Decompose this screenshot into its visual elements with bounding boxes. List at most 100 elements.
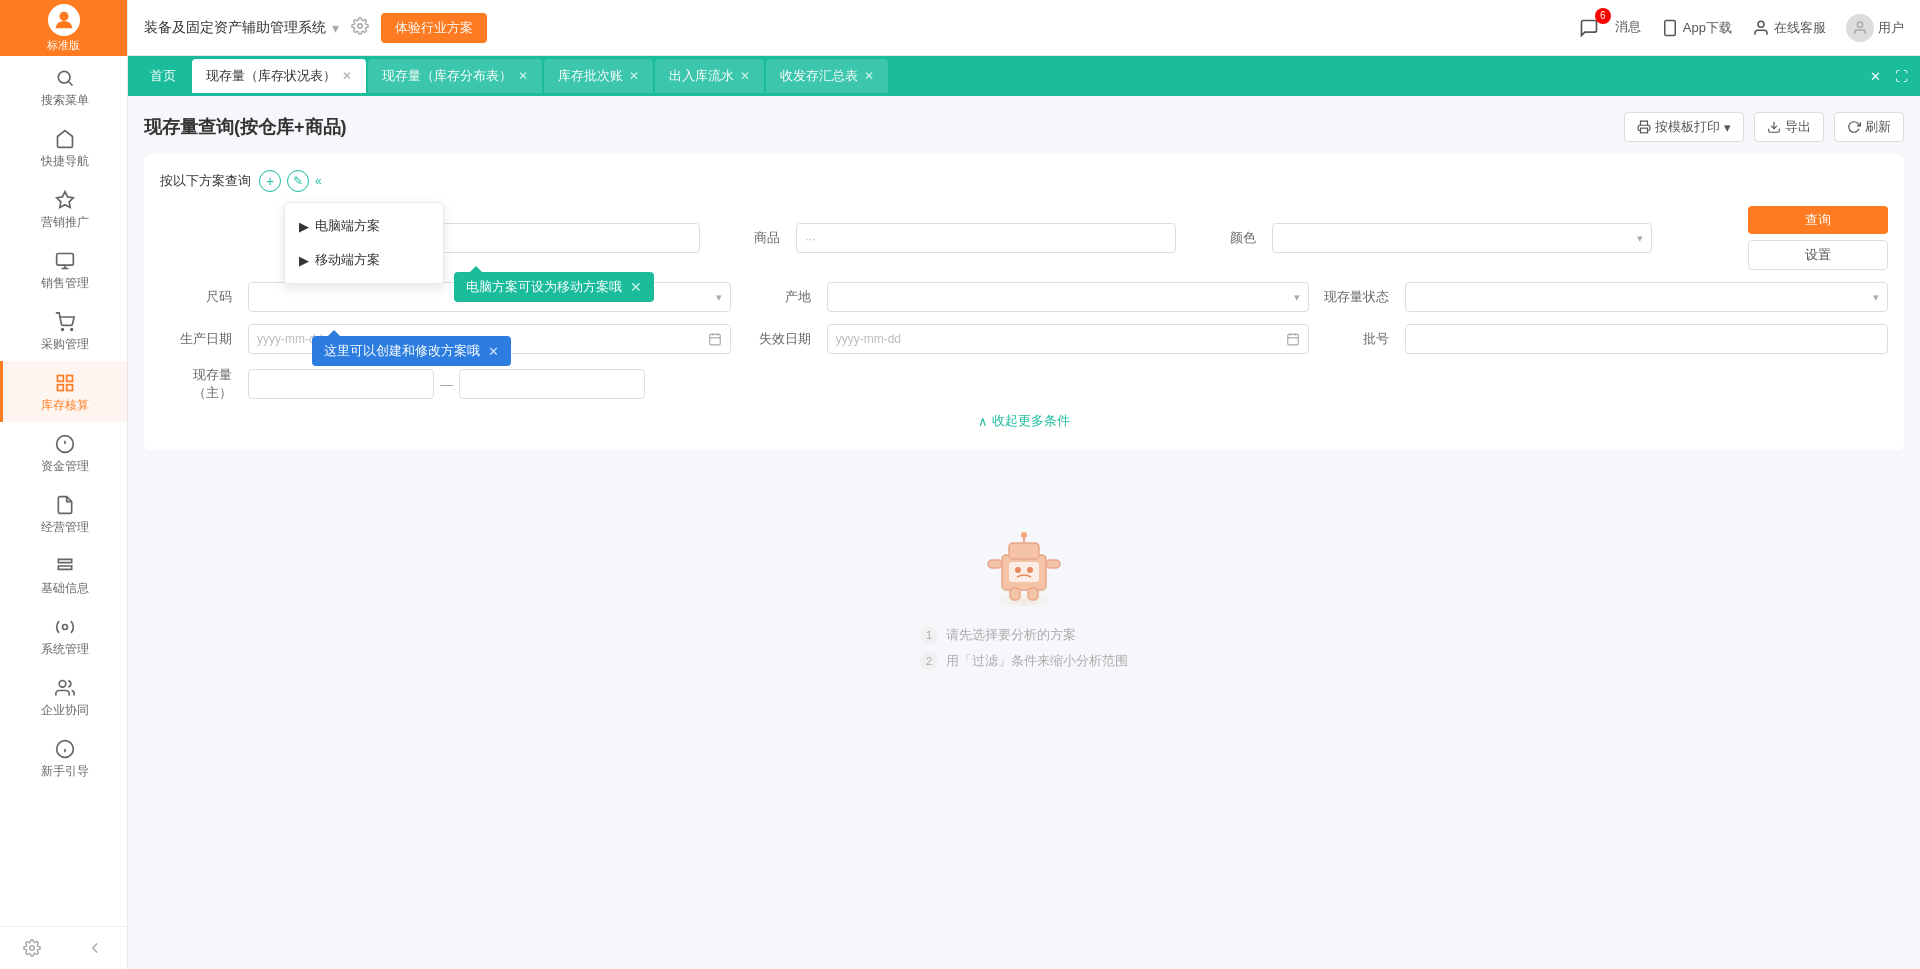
notification-badge: 6: [1595, 8, 1611, 24]
sidebar-item-operations[interactable]: 经营管理: [0, 483, 127, 544]
sidebar-item-label: 采购管理: [41, 336, 89, 353]
batch-no-input[interactable]: [1405, 324, 1888, 354]
sidebar-item-system[interactable]: 系统管理: [0, 605, 127, 666]
settings-btn[interactable]: [23, 939, 41, 957]
print-btn[interactable]: 按模板打印 ▾: [1624, 112, 1744, 142]
tab-inout-flow[interactable]: 出入库流水 ✕: [655, 59, 764, 93]
expiry-date-input[interactable]: yyyy-mm-dd: [827, 324, 1310, 354]
hint-num-1: 1: [920, 626, 938, 644]
tab-inventory-status[interactable]: 现存量（库存状况表） ✕: [192, 59, 366, 93]
tab-home[interactable]: 首页: [136, 59, 190, 93]
reset-btn[interactable]: 设置: [1748, 240, 1888, 270]
sidebar-item-basic[interactable]: 基础信息: [0, 544, 127, 605]
svg-point-41: [1021, 532, 1027, 538]
back-scheme-btn[interactable]: «: [315, 174, 322, 188]
search-buttons: 查询 设置: [1748, 206, 1888, 270]
pc-tooltip: 电脑方案可设为移动方案哦 ✕: [454, 272, 654, 302]
expiry-date-label: 失效日期: [739, 330, 819, 348]
user-avatar: [1846, 14, 1874, 42]
stock-main-from[interactable]: [248, 369, 434, 399]
hint-2: 2 用「过滤」条件来缩小分析范围: [920, 652, 1128, 670]
add-scheme-btn[interactable]: +: [259, 170, 281, 192]
page-title: 现存量查询(按仓库+商品): [144, 115, 347, 139]
messages-btn[interactable]: 6 消息: [1579, 18, 1641, 38]
stock-status-select[interactable]: ▾: [1405, 282, 1888, 312]
stock-main-to[interactable]: [459, 369, 645, 399]
sidebar-item-finance[interactable]: 资金管理: [0, 422, 127, 483]
industry-btn[interactable]: 体验行业方案: [381, 13, 487, 43]
sidebar-item-marketing[interactable]: 营销推广: [0, 178, 127, 239]
tab-receive-summary[interactable]: 收发存汇总表 ✕: [766, 59, 888, 93]
tab-close-receive-summary[interactable]: ✕: [864, 69, 874, 83]
header-right: 6 消息 App下载 在线客服 用户: [1579, 14, 1904, 42]
svg-point-16: [59, 681, 66, 688]
svg-rect-8: [58, 376, 64, 382]
sidebar-item-label: 基础信息: [41, 580, 89, 597]
color-select[interactable]: ▾: [1272, 223, 1652, 253]
online-support-btn[interactable]: 在线客服: [1752, 19, 1826, 37]
header-settings-icon[interactable]: [351, 17, 369, 38]
sidebar-item-inventory[interactable]: 库存核算: [0, 361, 127, 422]
page-actions: 按模板打印 ▾ 导出 刷新: [1624, 112, 1904, 142]
svg-point-15: [63, 625, 68, 630]
top-header: 装备及固定资产辅助管理系统 ▾ 体验行业方案 6 消息 App下载 在线客服: [128, 0, 1920, 56]
collapse-btn[interactable]: [86, 939, 104, 957]
sidebar-item-sales[interactable]: 销售管理: [0, 239, 127, 300]
system-dropdown-icon[interactable]: ▾: [332, 20, 339, 36]
filter-header: 按以下方案查询 + ✎ «: [160, 170, 1888, 192]
svg-point-7: [71, 329, 73, 331]
edit-tooltip-close[interactable]: ✕: [488, 344, 499, 359]
content: 现存量查询(按仓库+商品) 按模板打印 ▾ 导出 刷新: [128, 96, 1920, 969]
tab-close-inout-flow[interactable]: ✕: [740, 69, 750, 83]
sidebar-logo: 标准版: [0, 0, 127, 56]
tab-fullscreen-icon[interactable]: ⛶: [1891, 65, 1912, 88]
sidebar-item-label: 搜索菜单: [41, 92, 89, 109]
filter-panel: 按以下方案查询 + ✎ « ▶ 电脑端方案 ▶ 移动端方案: [144, 154, 1904, 450]
empty-state: 1 请先选择要分析的方案 2 用「过滤」条件来缩小分析范围: [144, 450, 1904, 730]
svg-rect-30: [1288, 334, 1299, 345]
svg-rect-10: [58, 385, 64, 391]
sidebar-item-label: 资金管理: [41, 458, 89, 475]
svg-rect-44: [1010, 588, 1020, 600]
edit-scheme-btn[interactable]: ✎: [287, 170, 309, 192]
tab-inventory-distribution[interactable]: 现存量（库存分布表） ✕: [368, 59, 542, 93]
sidebar-item-quick-nav[interactable]: 快捷导航: [0, 117, 127, 178]
size-label: 尺码: [160, 288, 240, 306]
search-btn[interactable]: 查询: [1748, 206, 1888, 234]
sidebar-item-purchase[interactable]: 采购管理: [0, 300, 127, 361]
stock-main-label: 现存量（主）: [160, 366, 240, 402]
svg-line-2: [69, 82, 73, 86]
color-label: 颜色: [1184, 229, 1264, 247]
svg-rect-43: [1046, 560, 1060, 568]
tab-batch-account[interactable]: 库存批次账 ✕: [544, 59, 653, 93]
scheme-item-pc[interactable]: ▶ 电脑端方案: [285, 209, 443, 243]
filter-header-actions: + ✎ «: [259, 170, 322, 192]
sidebar-item-search-menu[interactable]: 搜索菜单: [0, 56, 127, 117]
collapse-btn[interactable]: ∧ 收起更多条件: [160, 402, 1888, 434]
logo-icon: [48, 4, 80, 36]
hint-1: 1 请先选择要分析的方案: [920, 626, 1128, 644]
origin-label: 产地: [739, 288, 819, 306]
tab-close-batch-account[interactable]: ✕: [629, 69, 639, 83]
pc-tooltip-close[interactable]: ✕: [630, 279, 642, 295]
app-download-btn[interactable]: App下载: [1661, 19, 1732, 37]
sidebar-item-label: 新手引导: [41, 763, 89, 780]
sidebar-item-label: 企业协同: [41, 702, 89, 719]
empty-illustration: [974, 510, 1074, 610]
svg-point-34: [994, 592, 1054, 608]
tab-close-inventory-distribution[interactable]: ✕: [518, 69, 528, 83]
sidebar-item-guide[interactable]: 新手引导: [0, 727, 127, 788]
origin-select[interactable]: ▾: [827, 282, 1310, 312]
sidebar-item-enterprise[interactable]: 企业协同: [0, 666, 127, 727]
tab-close-inventory-status[interactable]: ✕: [342, 69, 352, 83]
scheme-item-mobile[interactable]: ▶ 移动端方案: [285, 243, 443, 277]
tab-close-all-icon[interactable]: ✕: [1866, 65, 1885, 88]
range-separator: —: [440, 377, 453, 392]
refresh-btn[interactable]: 刷新: [1834, 112, 1904, 142]
export-btn[interactable]: 导出: [1754, 112, 1824, 142]
sidebar-item-label: 系统管理: [41, 641, 89, 658]
sidebar-item-label: 营销推广: [41, 214, 89, 231]
user-btn[interactable]: 用户: [1846, 14, 1904, 42]
goods-select[interactable]: ···: [796, 223, 1176, 253]
edit-tooltip: 这里可以创建和修改方案哦 ✕: [312, 336, 511, 366]
